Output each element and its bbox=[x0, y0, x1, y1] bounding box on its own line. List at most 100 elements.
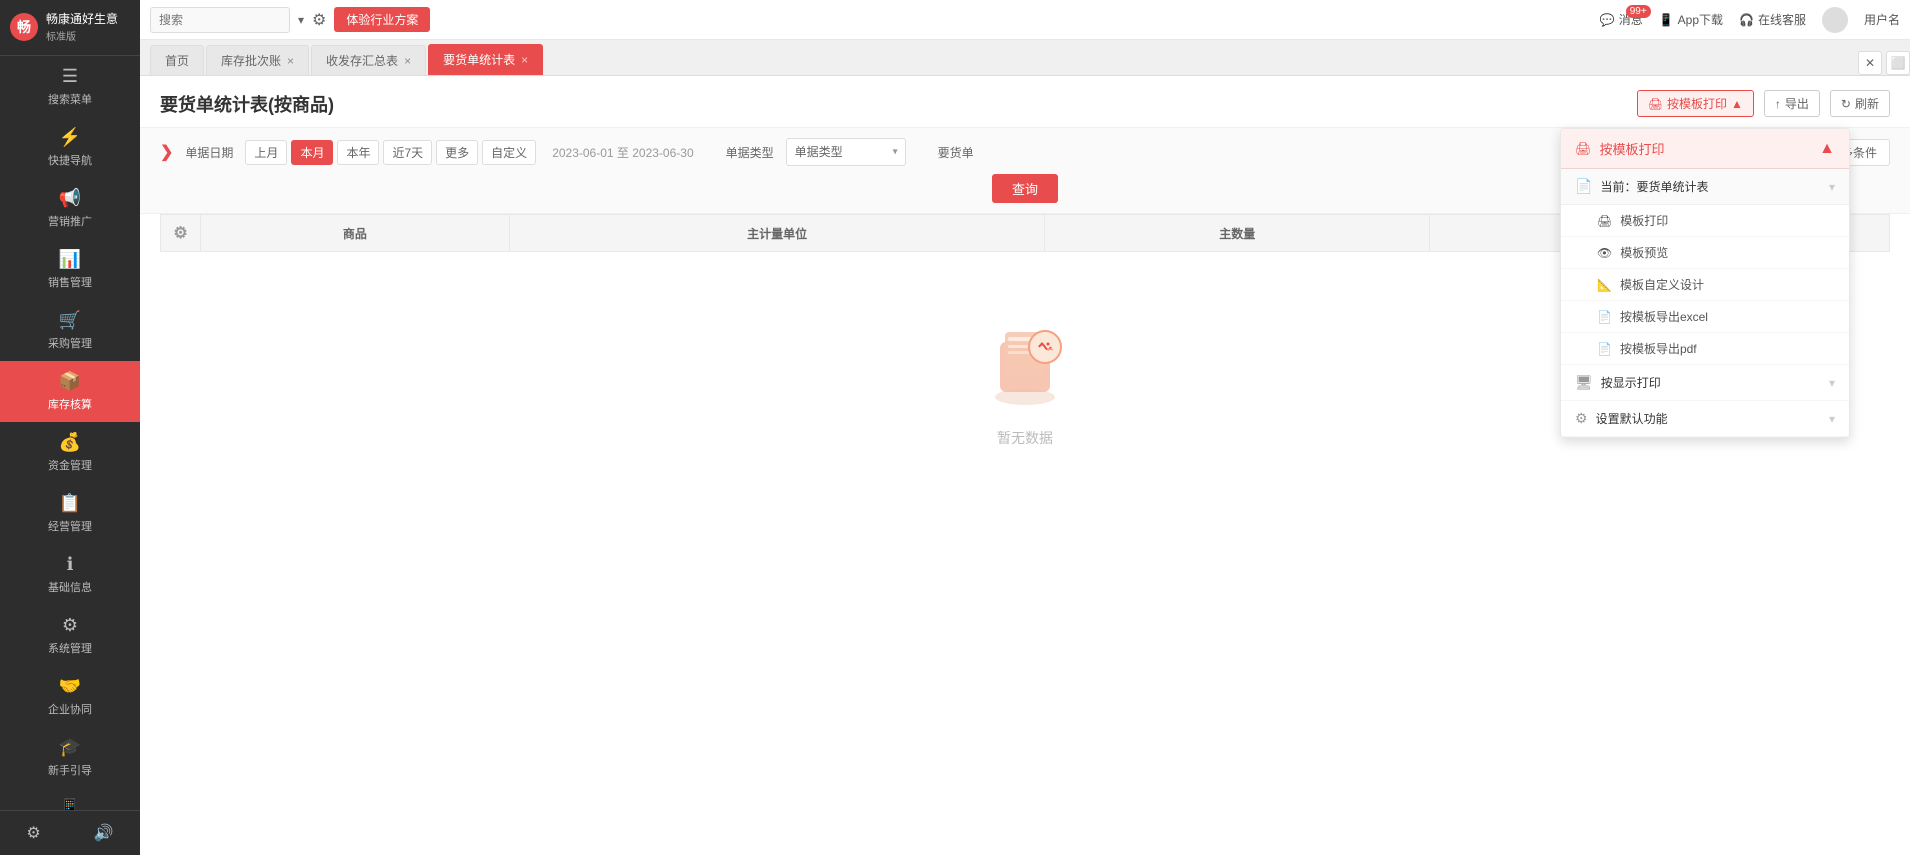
col-unit: 主计量单位 bbox=[509, 215, 1045, 252]
message-btn[interactable]: 💬 消息 99+ bbox=[1600, 11, 1643, 28]
sidebar-item-inventory[interactable]: 📦 库存核算 bbox=[0, 361, 140, 422]
tab-batch-account-label: 库存批次账 bbox=[221, 52, 281, 69]
sidebar-item-enterprise[interactable]: 🤝 企业协同 bbox=[0, 666, 140, 727]
trial-btn[interactable]: 体验行业方案 bbox=[334, 7, 430, 32]
export-icon: ↑ bbox=[1775, 97, 1781, 111]
sales-icon: 📊 bbox=[59, 249, 81, 270]
sidebar-item-label: 资金管理 bbox=[48, 457, 92, 473]
template-export-excel-icon: 📄 bbox=[1597, 310, 1612, 324]
sidebar-item-marketing[interactable]: 📢 营销推广 bbox=[0, 178, 140, 239]
sidebar-item-purchase[interactable]: 🛒 采购管理 bbox=[0, 300, 140, 361]
sidebar-bottom: ⚙ 🔊 bbox=[0, 810, 140, 855]
current-year-btn[interactable]: 本年 bbox=[337, 140, 379, 165]
current-template-left: 📄 当前：要货单统计表 bbox=[1575, 178, 1708, 195]
sidebar-item-label: 快捷导航 bbox=[48, 152, 92, 168]
enterprise-icon: 🤝 bbox=[59, 676, 81, 697]
topbar-settings-icon[interactable]: ⚙ bbox=[312, 10, 326, 30]
close-page-btn[interactable]: ✕ bbox=[1858, 51, 1882, 75]
user-avatar[interactable] bbox=[1822, 7, 1848, 33]
display-print-left: 🖥 按显示打印 bbox=[1575, 374, 1661, 391]
tab-order-stats-close[interactable]: × bbox=[521, 53, 528, 67]
username-label[interactable]: 用户名 bbox=[1864, 11, 1900, 28]
page-actions: 🖨 按模板打印 ▲ ↑ 导出 ↻ 刷新 bbox=[1637, 90, 1890, 117]
main-content: ▾ ⚙ 体验行业方案 💬 消息 99+ 📱 App下载 🎧 在线客服 用户名 首… bbox=[140, 0, 1910, 855]
sidebar-item-quick-nav[interactable]: ⚡ 快捷导航 bbox=[0, 117, 140, 178]
print-dropdown: 🖨 按模板打印 ▲ 📄 当前：要货单统计表 ▾ 🖨 模板打印 👁 模板预览 bbox=[1560, 128, 1850, 438]
more-btn[interactable]: 更多 bbox=[436, 140, 478, 165]
default-func-item[interactable]: ⚙ 设置默认功能 ▾ bbox=[1561, 401, 1849, 437]
custom-btn[interactable]: 自定义 bbox=[482, 140, 536, 165]
current-month-btn[interactable]: 本月 bbox=[291, 140, 333, 165]
template-design-label: 模板自定义设计 bbox=[1620, 276, 1704, 293]
sidebar-item-operations[interactable]: 📋 经营管理 bbox=[0, 483, 140, 544]
last-7-days-btn[interactable]: 近7天 bbox=[383, 140, 432, 165]
empty-svg bbox=[975, 312, 1075, 412]
query-btn[interactable]: 查询 bbox=[992, 174, 1058, 203]
app-download-icon: 📱 bbox=[1659, 13, 1674, 27]
page-close-btns: ✕ ⬜ bbox=[1858, 51, 1910, 75]
prev-month-btn[interactable]: 上月 bbox=[245, 140, 287, 165]
app-download-btn[interactable]: 📱 App下载 bbox=[1659, 11, 1723, 28]
tab-home-label: 首页 bbox=[165, 52, 189, 69]
type-select-wrap: 单据类型 bbox=[786, 138, 906, 166]
sidebar-item-system[interactable]: ⚙ 系统管理 bbox=[0, 605, 140, 666]
template-export-pdf-icon: 📄 bbox=[1597, 342, 1612, 356]
sidebar-item-label: 采购管理 bbox=[48, 335, 92, 351]
type-filter-label: 单据类型 bbox=[726, 144, 774, 161]
default-func-left: ⚙ 设置默认功能 bbox=[1575, 410, 1668, 427]
tab-batch-account-close[interactable]: × bbox=[287, 54, 294, 68]
template-preview-item[interactable]: 👁 模板预览 bbox=[1561, 237, 1849, 269]
filter-expand-icon[interactable]: ❯ bbox=[160, 142, 173, 162]
search-menu-icon: ☰ bbox=[62, 66, 78, 87]
topbar-right: 💬 消息 99+ 📱 App下载 🎧 在线客服 用户名 bbox=[1600, 7, 1900, 33]
template-print-icon: 🖨 bbox=[1597, 214, 1612, 228]
sidebar-item-label: 库存核算 bbox=[48, 396, 92, 412]
online-service-btn[interactable]: 🎧 在线客服 bbox=[1739, 11, 1806, 28]
display-print-arrow: ▾ bbox=[1829, 376, 1835, 390]
purchase-icon: 🛒 bbox=[59, 310, 81, 331]
template-print-item[interactable]: 🖨 模板打印 bbox=[1561, 205, 1849, 237]
print-dropdown-close-btn[interactable]: ▲ bbox=[1819, 140, 1835, 158]
default-func-icon: ⚙ bbox=[1575, 410, 1588, 427]
settings-bottom-btn[interactable]: ⚙ bbox=[18, 819, 48, 847]
table-settings-icon[interactable]: ⚙ bbox=[173, 225, 187, 242]
quick-nav-icon: ⚡ bbox=[59, 127, 81, 148]
sidebar-item-finance[interactable]: 💰 资金管理 bbox=[0, 422, 140, 483]
current-template-item[interactable]: 📄 当前：要货单统计表 ▾ bbox=[1561, 169, 1849, 205]
sidebar-item-sales[interactable]: 📊 销售管理 bbox=[0, 239, 140, 300]
sidebar: 畅 畅康通好生意 标准版 ☰ 搜索菜单 ⚡ 快捷导航 📢 营销推广 📊 销售管理… bbox=[0, 0, 140, 855]
template-export-pdf-label: 按模板导出pdf bbox=[1620, 340, 1697, 357]
sidebar-item-guide[interactable]: 🎓 新手引导 bbox=[0, 727, 140, 788]
tab-collection-summary-close[interactable]: × bbox=[404, 54, 411, 68]
app-download-label: App下载 bbox=[1678, 11, 1723, 28]
export-btn[interactable]: ↑ 导出 bbox=[1764, 90, 1820, 117]
sidebar-logo: 畅 畅康通好生意 标准版 bbox=[0, 0, 140, 56]
page-title: 要货单统计表(按商品) bbox=[160, 91, 334, 117]
type-select[interactable]: 单据类型 bbox=[786, 138, 906, 166]
template-export-excel-item[interactable]: 📄 按模板导出excel bbox=[1561, 301, 1849, 333]
refresh-label: 刷新 bbox=[1855, 95, 1879, 112]
speaker-bottom-btn[interactable]: 🔊 bbox=[86, 819, 122, 847]
template-export-excel-label: 按模板导出excel bbox=[1620, 308, 1708, 325]
template-design-item[interactable]: 📐 模板自定义设计 bbox=[1561, 269, 1849, 301]
topbar: ▾ ⚙ 体验行业方案 💬 消息 99+ 📱 App下载 🎧 在线客服 用户名 bbox=[140, 0, 1910, 40]
tab-order-stats[interactable]: 要货单统计表 × bbox=[428, 44, 543, 75]
search-input[interactable] bbox=[150, 7, 290, 33]
display-print-item[interactable]: 🖥 按显示打印 ▾ bbox=[1561, 365, 1849, 401]
tab-batch-account[interactable]: 库存批次账 × bbox=[206, 45, 309, 75]
refresh-btn[interactable]: ↻ 刷新 bbox=[1830, 90, 1890, 117]
maximize-page-btn[interactable]: ⬜ bbox=[1886, 51, 1910, 75]
basic-info-icon: ℹ bbox=[67, 554, 74, 575]
print-template-btn[interactable]: 🖨 按模板打印 ▲ bbox=[1637, 90, 1754, 117]
sidebar-item-search-menu[interactable]: ☰ 搜索菜单 bbox=[0, 56, 140, 117]
template-export-pdf-item[interactable]: 📄 按模板导出pdf bbox=[1561, 333, 1849, 365]
tab-home[interactable]: 首页 bbox=[150, 45, 204, 75]
col-settings: ⚙ bbox=[161, 215, 201, 252]
sidebar-item-basic-info[interactable]: ℹ 基础信息 bbox=[0, 544, 140, 605]
print-dropdown-header: 🖨 按模板打印 ▲ bbox=[1561, 129, 1849, 169]
search-dropdown-icon[interactable]: ▾ bbox=[298, 13, 304, 27]
tab-collection-summary[interactable]: 收发存汇总表 × bbox=[311, 45, 426, 75]
default-func-arrow: ▾ bbox=[1829, 412, 1835, 426]
sidebar-item-app-center[interactable]: 📱 应用中心 bbox=[0, 788, 140, 810]
sidebar-scroll: ☰ 搜索菜单 ⚡ 快捷导航 📢 营销推广 📊 销售管理 🛒 采购管理 📦 库存核… bbox=[0, 56, 140, 810]
